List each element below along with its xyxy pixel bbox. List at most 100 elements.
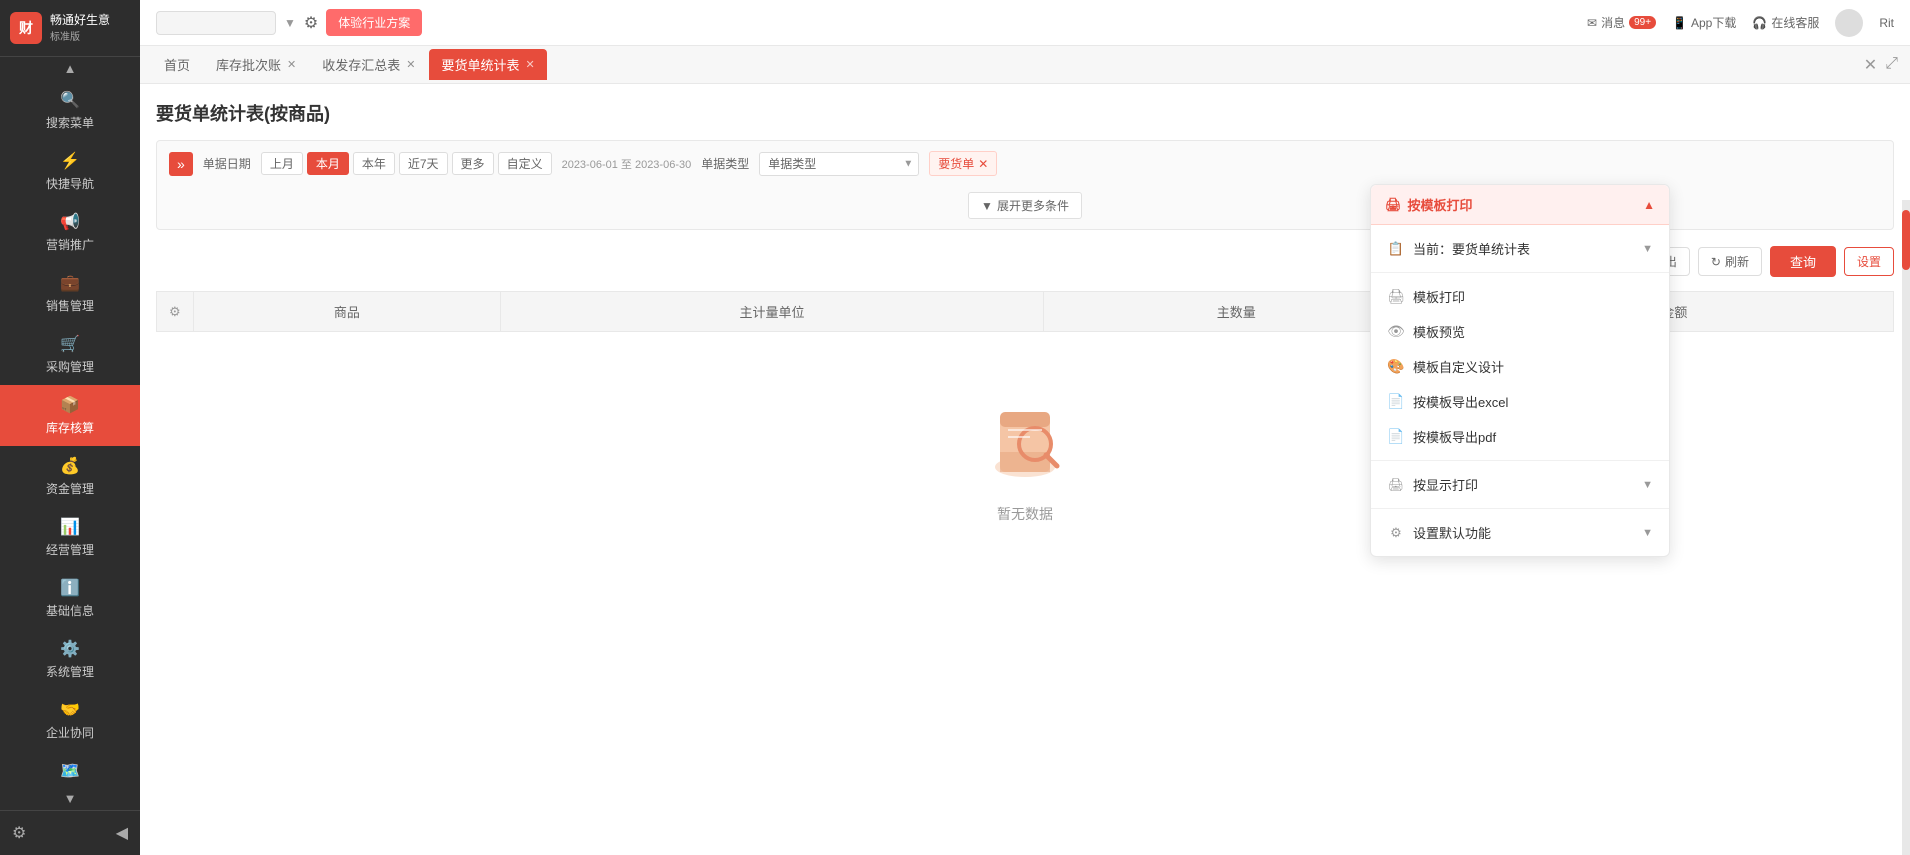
tab-close-inventory-batch[interactable]: ✕ (287, 58, 296, 71)
sidebar: 财 畅通好生意 标准版 ▲ 🔍 搜索菜单 ⚡ 快捷导航 📢 营销推广 💼 销售管… (0, 0, 140, 855)
sidebar-item-cooperation[interactable]: 🤝 企业协同 (0, 690, 140, 751)
header-settings-icon[interactable]: ⚙ (304, 13, 318, 33)
app-download-action[interactable]: 📱 App下载 (1672, 14, 1736, 31)
breadcrumb-chevron-icon[interactable]: ▼ (284, 16, 296, 30)
query-button[interactable]: 查询 (1770, 246, 1836, 277)
tabs-bar: 首页 库存批次账 ✕ 收发存汇总表 ✕ 要货单统计表 ✕ ✕ ⤢ (140, 46, 1910, 84)
sidebar-settings-icon[interactable]: ⚙ (12, 823, 26, 843)
tab-home[interactable]: 首页 (152, 49, 202, 80)
goods-tag-close-icon[interactable]: ✕ (978, 157, 988, 171)
table-col-settings: ⚙ (157, 292, 194, 332)
setting-button[interactable]: 设置 (1844, 247, 1894, 276)
table-settings-gear-icon[interactable]: ⚙ (169, 304, 181, 319)
tab-receipt-summary[interactable]: 收发存汇总表 ✕ (310, 49, 427, 80)
dropdown-header-left: 🖨 按模板打印 (1385, 195, 1473, 214)
dropdown-header: 🖨 按模板打印 ▲ (1371, 185, 1669, 225)
sidebar-scroll-down[interactable]: ▼ (0, 787, 140, 810)
current-section-chevron-icon: ▼ (1642, 243, 1653, 255)
dropdown-current-item[interactable]: 📋 当前：要货单统计表 ▼ (1371, 231, 1669, 266)
sidebar-item-basic-info[interactable]: ℹ️ 基础信息 (0, 568, 140, 629)
sidebar-item-inventory[interactable]: 📦 库存核算 (0, 385, 140, 446)
basic-info-icon: ℹ️ (60, 578, 80, 598)
expand-chevron-icon: ▼ (981, 199, 993, 213)
sidebar-item-guide[interactable]: 🗺️ 新手引导 (0, 751, 140, 787)
doc-type-select[interactable]: 单据类型 (759, 152, 919, 176)
filter-expand-btn[interactable]: » (169, 152, 193, 176)
date-buttons: 上月 本月 本年 近7天 更多 自定义 (261, 152, 552, 175)
app-download-icon: 📱 (1672, 16, 1687, 30)
sidebar-logo: 财 畅通好生意 标准版 (0, 0, 140, 57)
date-btn-current-month[interactable]: 本月 (307, 152, 349, 175)
page-content: 要货单统计表(按商品) » 单据日期 上月 本月 本年 近7天 更多 自定义 2… (140, 84, 1910, 855)
date-btn-more[interactable]: 更多 (452, 152, 494, 175)
dropdown-item-export-pdf[interactable]: 📄 按模板导出pdf (1371, 419, 1669, 454)
print-dropdown: 🖨 按模板打印 ▲ 📋 当前：要货单统计表 ▼ 🖨 模板打印 (1370, 184, 1670, 557)
dropdown-item-export-excel[interactable]: 📄 按模板导出excel (1371, 384, 1669, 419)
dropdown-item-template-print[interactable]: 🖨 模板打印 (1371, 279, 1669, 314)
sidebar-item-purchase[interactable]: 🛒 采购管理 (0, 324, 140, 385)
logo-icon: 财 (10, 12, 42, 44)
date-btn-current-year[interactable]: 本年 (353, 152, 395, 175)
user-avatar[interactable] (1835, 9, 1863, 37)
date-btn-last-7[interactable]: 近7天 (399, 152, 448, 175)
template-preview-icon: 👁 (1387, 323, 1405, 340)
tab-close-order-stats[interactable]: ✕ (526, 58, 535, 71)
quick-nav-icon: ⚡ (60, 151, 80, 171)
sidebar-scroll-up[interactable]: ▲ (0, 57, 140, 80)
system-icon: ⚙️ (60, 639, 80, 659)
dropdown-set-default-item[interactable]: ⚙ 设置默认功能 ▼ (1371, 515, 1669, 550)
dropdown-doc-icon: 📋 (1387, 241, 1405, 257)
set-default-chevron-icon: ▼ (1642, 527, 1653, 539)
inventory-icon: 📦 (60, 395, 80, 415)
user-name: Rit (1879, 16, 1894, 30)
goods-tag-label: 要货单 (938, 155, 974, 172)
expand-more-btn[interactable]: ▼ 展开更多条件 (968, 192, 1082, 219)
sidebar-item-quick-nav[interactable]: ⚡ 快捷导航 (0, 141, 140, 202)
tab-inventory-batch[interactable]: 库存批次账 ✕ (204, 49, 308, 80)
sidebar-item-finance[interactable]: 💰 资金管理 (0, 446, 140, 507)
dropdown-set-default-left: ⚙ 设置默认功能 (1387, 523, 1491, 542)
breadcrumb-input[interactable] (156, 11, 276, 35)
headset-icon: 🎧 (1752, 16, 1767, 30)
dropdown-item-template-preview[interactable]: 👁 模板预览 (1371, 314, 1669, 349)
messages-icon: ✉ (1587, 16, 1597, 30)
date-btn-prev-month[interactable]: 上月 (261, 152, 303, 175)
trial-button[interactable]: 体验行业方案 (326, 9, 422, 36)
messages-action[interactable]: ✉ 消息 99+ (1587, 14, 1656, 31)
goods-tag-filter[interactable]: 要货单 ✕ (929, 151, 997, 176)
dropdown-display-print-left: 🖨 按显示打印 (1387, 475, 1478, 494)
main-area: ▼ ⚙ 体验行业方案 ✉ 消息 99+ 📱 App下载 🎧 在线客服 Rit (140, 0, 1910, 855)
sidebar-collapse-icon[interactable]: ◀ (116, 823, 128, 843)
export-excel-icon: 📄 (1387, 393, 1405, 410)
tab-order-stats[interactable]: 要货单统计表 ✕ (429, 49, 546, 80)
sidebar-item-sales[interactable]: 💼 销售管理 (0, 263, 140, 324)
sales-icon: 💼 (60, 273, 80, 293)
sidebar-item-system[interactable]: ⚙️ 系统管理 (0, 629, 140, 690)
date-btn-custom[interactable]: 自定义 (498, 152, 552, 175)
window-maximize-icon[interactable]: ⤢ (1885, 55, 1898, 75)
sidebar-nav: 🔍 搜索菜单 ⚡ 快捷导航 📢 营销推广 💼 销售管理 🛒 采购管理 📦 库存核… (0, 80, 140, 787)
dropdown-current-section: 📋 当前：要货单统计表 ▼ (1371, 225, 1669, 273)
right-scrollbar[interactable] (1902, 200, 1910, 855)
display-print-chevron-icon: ▼ (1642, 479, 1653, 491)
template-design-icon: 🎨 (1387, 358, 1405, 375)
sidebar-item-marketing[interactable]: 📢 营销推广 (0, 202, 140, 263)
tab-close-receipt-summary[interactable]: ✕ (406, 58, 415, 71)
dropdown-display-print-section: 🖨 按显示打印 ▼ (1371, 461, 1669, 509)
refresh-button[interactable]: ↻ 刷新 (1698, 247, 1762, 276)
sidebar-item-operations[interactable]: 📊 经营管理 (0, 507, 140, 568)
display-print-icon: 🖨 (1387, 477, 1405, 493)
dropdown-chevron-up-icon[interactable]: ▲ (1643, 198, 1655, 212)
window-close-icon[interactable]: ✕ (1864, 55, 1877, 75)
header-left: ▼ ⚙ 体验行业方案 (156, 9, 422, 36)
dropdown-display-print-item[interactable]: 🖨 按显示打印 ▼ (1371, 467, 1669, 502)
empty-text: 暂无数据 (997, 504, 1053, 524)
tabs-window-controls: ✕ ⤢ (1864, 55, 1898, 75)
sidebar-item-search[interactable]: 🔍 搜索菜单 (0, 80, 140, 141)
dropdown-item-template-design[interactable]: 🎨 模板自定义设计 (1371, 349, 1669, 384)
logo-text: 畅通好生意 标准版 (50, 13, 110, 44)
online-service-action[interactable]: 🎧 在线客服 (1752, 14, 1819, 31)
operations-icon: 📊 (60, 517, 80, 537)
doc-type-select-wrapper: 单据类型 (759, 152, 919, 176)
scrollbar-thumb (1902, 210, 1910, 270)
